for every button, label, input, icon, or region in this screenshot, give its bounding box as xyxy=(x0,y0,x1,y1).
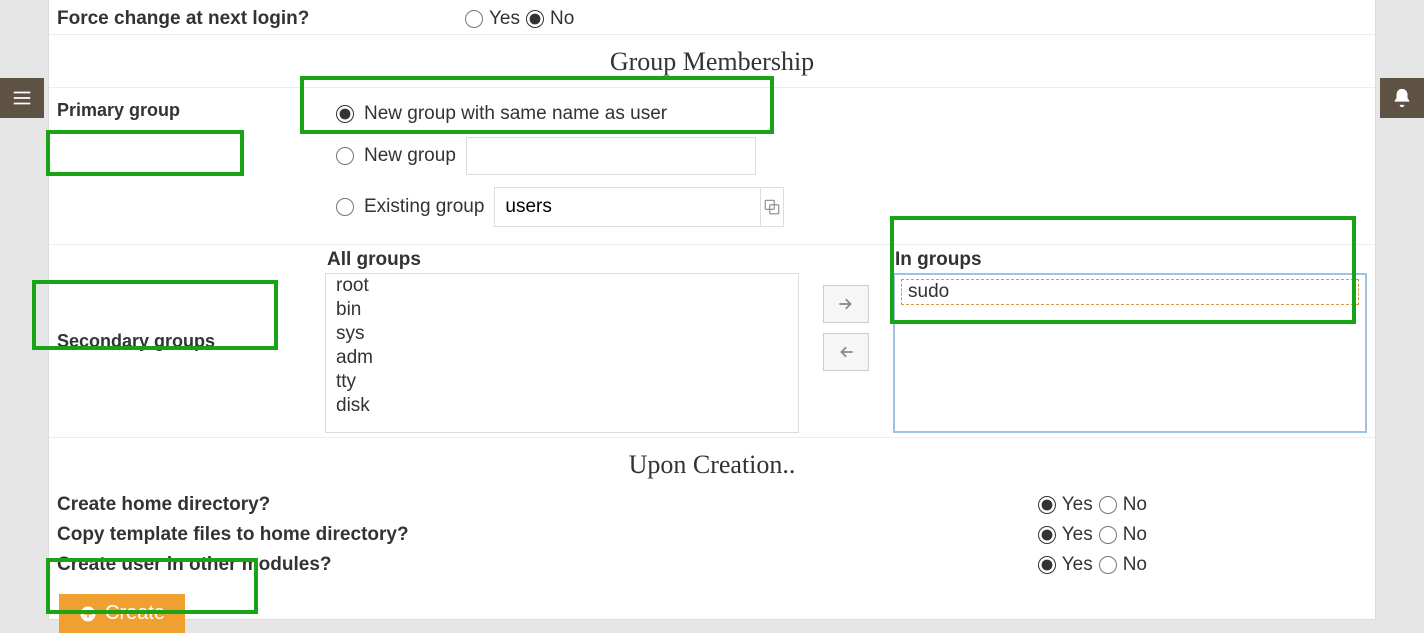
force-change-row: Force change at next login? Yes No xyxy=(49,0,1375,34)
other-modules-no[interactable]: No xyxy=(1099,554,1147,576)
create-home-yes[interactable]: Yes xyxy=(1038,494,1093,516)
create-home-row: Create home directory? Yes No xyxy=(49,490,1375,520)
list-item[interactable]: adm xyxy=(326,346,798,370)
all-groups-listbox[interactable]: rootbinsysadmttydisk xyxy=(325,273,799,433)
list-item[interactable]: sudo xyxy=(901,279,1359,305)
list-item[interactable]: sys xyxy=(326,322,798,346)
list-item[interactable]: root xyxy=(326,274,798,298)
copy-template-yes[interactable]: Yes xyxy=(1038,524,1093,546)
primary-group-row: Primary group New group with same name a… xyxy=(49,87,1375,244)
primary-group-new-input[interactable] xyxy=(466,137,756,175)
user-form: Force change at next login? Yes No Group… xyxy=(48,0,1376,620)
group-picker-button[interactable] xyxy=(760,188,783,226)
create-button[interactable]: Create xyxy=(59,594,185,633)
primary-group-same[interactable]: New group with same name as user xyxy=(332,97,1366,131)
hamburger-icon xyxy=(11,87,33,109)
arrow-left-icon xyxy=(836,342,856,362)
primary-group-existing-input[interactable] xyxy=(495,188,760,226)
main-menu-button[interactable] xyxy=(0,78,44,118)
all-groups-title: All groups xyxy=(325,249,799,273)
add-group-button[interactable] xyxy=(823,285,869,323)
create-home-no[interactable]: No xyxy=(1099,494,1147,516)
remove-group-button[interactable] xyxy=(823,333,869,371)
primary-group-existing[interactable]: Existing group xyxy=(332,181,1366,233)
other-modules-yes[interactable]: Yes xyxy=(1038,554,1093,576)
in-groups-listbox[interactable]: sudo xyxy=(893,273,1367,433)
picker-icon xyxy=(763,198,781,216)
primary-group-new[interactable]: New group xyxy=(332,131,1366,181)
notifications-button[interactable] xyxy=(1380,78,1424,118)
bell-icon xyxy=(1391,87,1413,109)
copy-template-no[interactable]: No xyxy=(1099,524,1147,546)
force-change-yes[interactable]: Yes xyxy=(465,8,520,30)
force-change-label: Force change at next login? xyxy=(57,8,457,30)
secondary-groups-row: Secondary groups All groups rootbinsysad… xyxy=(49,244,1375,437)
secondary-groups-label: Secondary groups xyxy=(57,323,317,360)
list-item[interactable]: tty xyxy=(326,370,798,394)
primary-group-label: Primary group xyxy=(57,92,317,129)
in-groups-title: In groups xyxy=(893,249,1367,273)
other-modules-row: Create user in other modules? Yes No xyxy=(49,550,1375,580)
list-item[interactable]: disk xyxy=(326,394,798,418)
arrow-right-icon xyxy=(836,294,856,314)
list-item[interactable]: bin xyxy=(326,298,798,322)
force-change-no[interactable]: No xyxy=(526,8,574,30)
section-upon-creation: Upon Creation.. xyxy=(49,437,1375,490)
section-group-membership: Group Membership xyxy=(49,34,1375,87)
copy-template-row: Copy template files to home directory? Y… xyxy=(49,520,1375,550)
